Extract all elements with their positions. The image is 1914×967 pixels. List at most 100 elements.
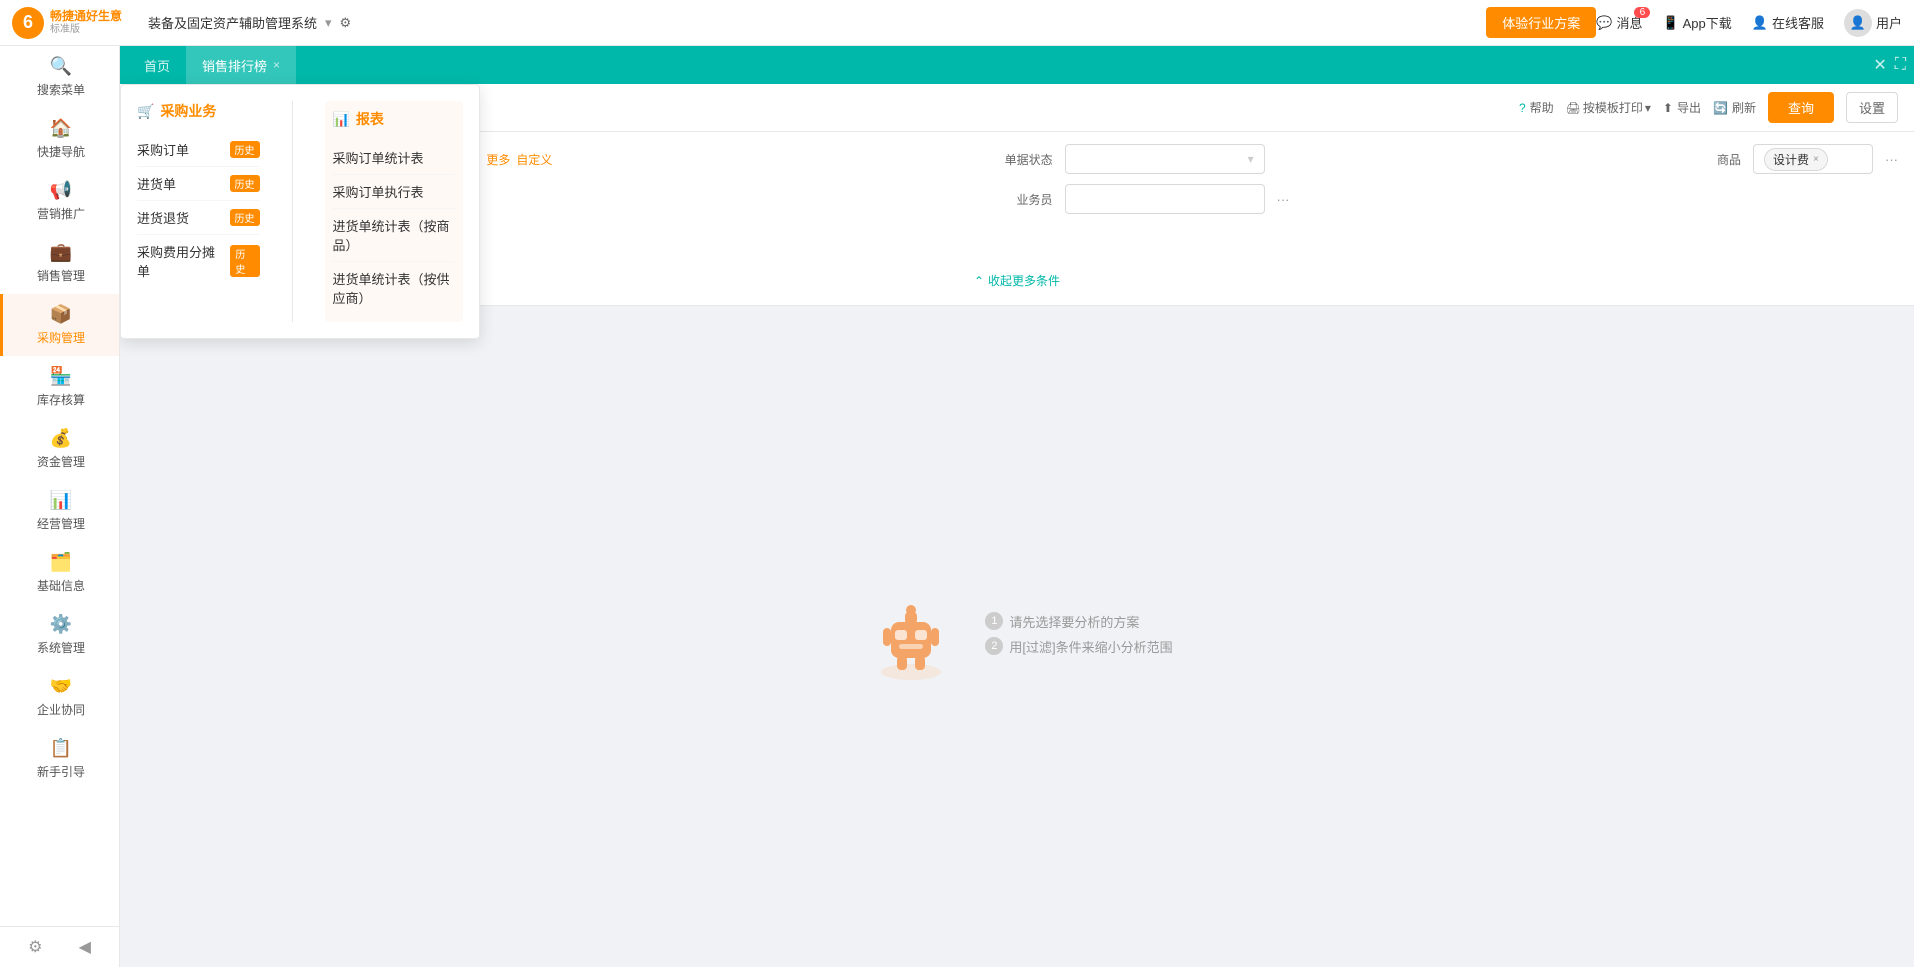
logo-text: 畅捷通好生意 标准版: [50, 9, 122, 35]
avatar-icon: 👤: [1850, 15, 1866, 31]
message-icon: 💬: [1596, 15, 1612, 31]
sidebar-item-marketing[interactable]: 📢 营销推广: [0, 170, 119, 232]
po-exec-label: 采购订单执行表: [333, 182, 424, 201]
goods-tag: 设计费 ×: [1764, 148, 1828, 171]
main-layout: 🔍 搜索菜单 🏠 快捷导航 📢 营销推广 💼 销售管理 📦 采购管理 🏪 库存核…: [0, 46, 1914, 967]
popup-purchase-title: 🛒 采购业务: [137, 101, 260, 121]
search-icon: 🔍: [50, 56, 72, 77]
empty-tips: 1 请先选择要分析的方案 2 用[过滤]条件来缩小分析范围: [985, 612, 1172, 662]
message-badge: 6: [1634, 7, 1650, 18]
menu-item-po-stats[interactable]: 采购订单统计表: [333, 141, 456, 175]
sidebar-item-marketing-label: 营销推广: [37, 205, 85, 222]
refresh-label: 刷新: [1732, 99, 1756, 116]
sidebar-item-operations[interactable]: 📊 经营管理: [0, 480, 119, 542]
menu-item-purchase-order[interactable]: 采购订单 历史: [137, 133, 260, 167]
salesperson-label: 业务员: [1017, 191, 1053, 208]
sidebar-bottom: ⚙ ◀: [0, 926, 119, 967]
sidebar-item-funds-label: 资金管理: [37, 453, 85, 470]
menu-item-goods-receipt[interactable]: 进货单 历史: [137, 167, 260, 201]
sidebar-item-quick-nav[interactable]: 🏠 快捷导航: [0, 108, 119, 170]
funds-icon: 💰: [50, 428, 72, 449]
bill-status-label: 单据状态: [1005, 151, 1053, 168]
tab-sales-rank-label: 销售排行榜: [202, 56, 267, 75]
sidebar-item-enterprise[interactable]: 🤝 企业协同: [0, 666, 119, 728]
bill-status-select[interactable]: ▾: [1065, 144, 1265, 174]
goods-label: 商品: [1717, 151, 1741, 168]
popup-report-column: 📊 报表 采购订单统计表 采购订单执行表 进货单统计表（按商品） 进货单统计表（…: [325, 101, 464, 322]
system-name-text: 装备及固定资产辅助管理系统: [148, 13, 317, 32]
salesperson-more-icon[interactable]: ···: [1277, 192, 1290, 207]
empty-tip-1: 1 请先选择要分析的方案: [985, 612, 1172, 631]
report-col-icon: 📊: [333, 111, 350, 128]
user-menu[interactable]: 👤 用户: [1844, 9, 1902, 37]
sidebar-item-sales-label: 销售管理: [37, 267, 85, 284]
operations-icon: 📊: [50, 490, 72, 511]
popup-purchase-column: 🛒 采购业务 采购订单 历史 进货单 历史 进货退货 历史: [137, 101, 260, 322]
user-label: 用户: [1876, 13, 1902, 32]
tab-close-icon[interactable]: ✕: [1873, 55, 1886, 75]
salesperson-select[interactable]: [1065, 184, 1265, 214]
print-button[interactable]: 🖨 按模板打印 ▾: [1566, 99, 1651, 116]
tip-text-2: 用[过滤]条件来缩小分析范围: [1009, 637, 1172, 656]
sidebar-collapse-icon[interactable]: ◀: [79, 937, 91, 957]
header-right: 💬 消息 6 📱 App下载 👤 在线客服 👤 用户: [1596, 9, 1902, 37]
online-service-button[interactable]: 👤 在线客服: [1752, 13, 1824, 32]
custom-btn[interactable]: 自定义: [516, 151, 552, 168]
menu-item-po-exec[interactable]: 采购订单执行表: [333, 175, 456, 209]
sidebar-item-base-info[interactable]: 🗂️ 基础信息: [0, 542, 119, 604]
purchase-expense-history-badge: 历史: [230, 245, 259, 277]
query-button[interactable]: 查询: [1768, 92, 1834, 123]
popup-divider: [292, 101, 293, 322]
tab-expand-icon[interactable]: ⛶: [1895, 56, 1906, 74]
menu-item-receipt-stats-supplier[interactable]: 进货单统计表（按供应商）: [333, 262, 456, 314]
tab-home[interactable]: 首页: [128, 46, 186, 84]
app-icon: 📱: [1662, 15, 1678, 31]
goods-more-icon[interactable]: ···: [1885, 152, 1898, 167]
goods-receipt-history-badge: 历史: [230, 175, 260, 192]
trial-button[interactable]: 体验行业方案: [1486, 7, 1596, 38]
system-gear-icon[interactable]: ⚙: [340, 15, 352, 31]
receipt-stats-goods-label: 进货单统计表（按商品）: [333, 216, 456, 254]
settings-button[interactable]: 设置: [1846, 92, 1898, 123]
sidebar-item-search[interactable]: 🔍 搜索菜单: [0, 46, 119, 108]
report-col-title-text: 报表: [356, 109, 384, 129]
sidebar-item-inventory[interactable]: 🏪 库存核算: [0, 356, 119, 418]
export-button[interactable]: ⬆ 导出: [1663, 99, 1701, 116]
collapse-button[interactable]: ⌃ 收起更多条件: [974, 268, 1060, 293]
newbie-icon: 📋: [50, 738, 72, 759]
po-stats-label: 采购订单统计表: [333, 148, 424, 167]
service-icon: 👤: [1752, 15, 1768, 31]
goods-tag-close[interactable]: ×: [1813, 154, 1819, 165]
sales-icon: 💼: [50, 242, 72, 263]
sidebar-item-purchase[interactable]: 📦 采购管理: [0, 294, 119, 356]
sidebar-item-newbie[interactable]: 📋 新手引导: [0, 728, 119, 790]
print-label: 按模板打印: [1583, 99, 1643, 116]
sidebar-settings-icon[interactable]: ⚙: [28, 937, 42, 957]
help-button[interactable]: ? 帮助: [1519, 99, 1554, 116]
tab-wrapper: 首页 销售排行榜 × ✕ ⛶ 🛒 采购业务: [120, 46, 1914, 84]
tab-sales-rank-close[interactable]: ×: [273, 58, 280, 72]
purchase-order-history-badge: 历史: [230, 141, 260, 158]
tab-bar: 首页 销售排行榜 × ✕ ⛶: [120, 46, 1914, 84]
print-dropdown-icon[interactable]: ▾: [1645, 101, 1651, 115]
sidebar-item-funds[interactable]: 💰 资金管理: [0, 418, 119, 480]
marketing-icon: 📢: [50, 180, 72, 201]
top-header: 6 畅捷通好生意 标准版 装备及固定资产辅助管理系统 ▾ ⚙ 体验行业方案 💬 …: [0, 0, 1914, 46]
sidebar-item-sales[interactable]: 💼 销售管理: [0, 232, 119, 294]
sidebar-item-system[interactable]: ⚙️ 系统管理: [0, 604, 119, 666]
empty-robot-illustration: [861, 592, 961, 682]
menu-item-goods-return[interactable]: 进货退货 历史: [137, 201, 260, 235]
tab-sales-rank[interactable]: 销售排行榜 ×: [186, 46, 296, 84]
system-dropdown-icon[interactable]: ▾: [325, 15, 332, 31]
menu-item-receipt-stats-goods[interactable]: 进货单统计表（按商品）: [333, 209, 456, 262]
sidebar-item-inventory-label: 库存核算: [37, 391, 85, 408]
message-button[interactable]: 💬 消息 6: [1596, 13, 1642, 32]
more-btn[interactable]: 更多: [486, 151, 510, 168]
sidebar-item-quick-nav-label: 快捷导航: [37, 143, 85, 160]
refresh-button[interactable]: 🔄 刷新: [1713, 99, 1756, 116]
goods-select[interactable]: 设计费 ×: [1753, 144, 1873, 174]
menu-item-purchase-expense[interactable]: 采购费用分摊单 历史: [137, 235, 260, 287]
bill-status-dropdown-icon: ▾: [1248, 152, 1254, 166]
app-download-button[interactable]: 📱 App下载: [1662, 13, 1731, 32]
sidebar: 🔍 搜索菜单 🏠 快捷导航 📢 营销推广 💼 销售管理 📦 采购管理 🏪 库存核…: [0, 46, 120, 967]
